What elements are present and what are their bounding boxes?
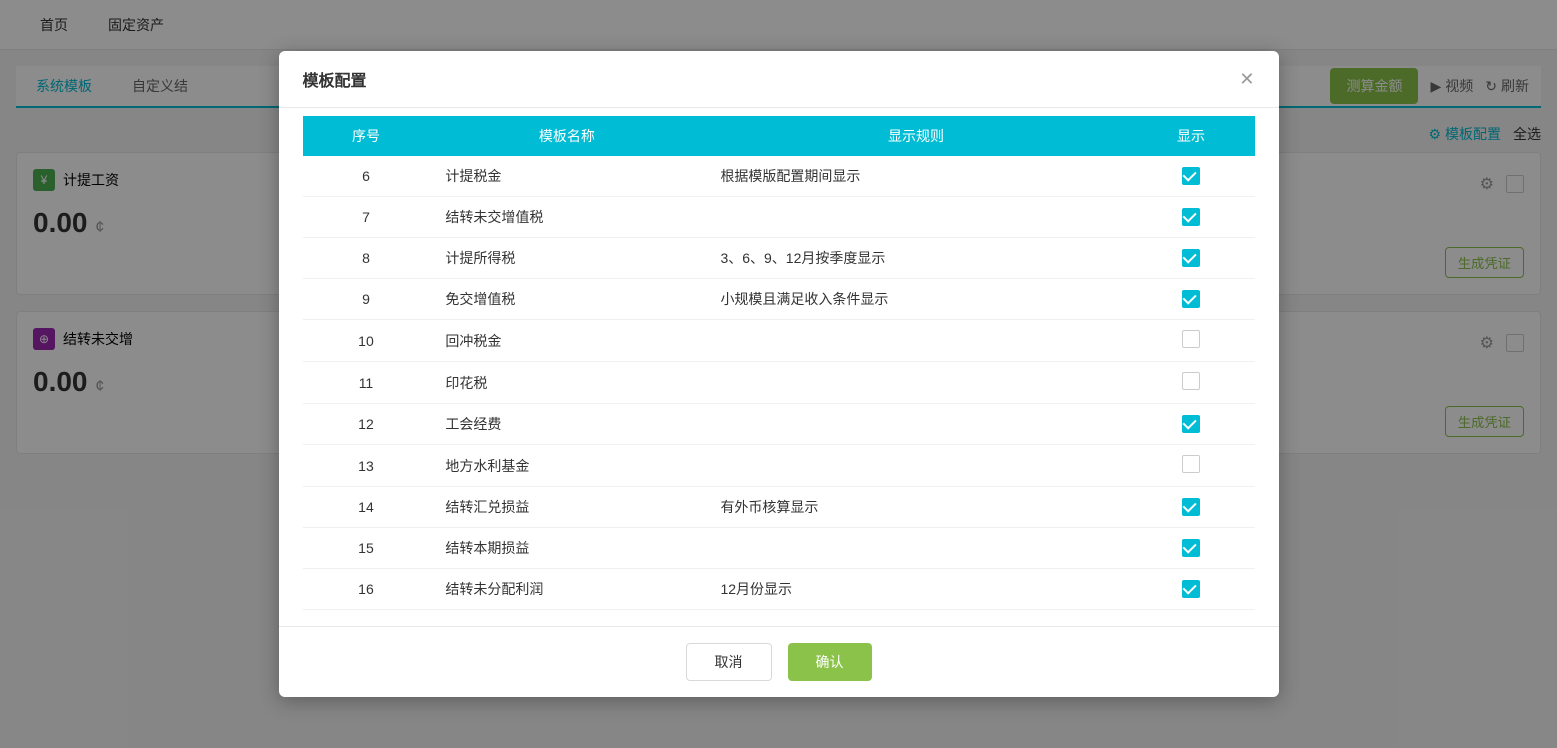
row-checkbox-6[interactable]	[1182, 415, 1200, 433]
row-id: 8	[303, 238, 430, 279]
row-id: 11	[303, 362, 430, 404]
row-rule	[704, 320, 1127, 362]
row-name: 计提税金	[429, 156, 704, 197]
row-name: 结转未分配利润	[429, 569, 704, 610]
row-checkbox-0[interactable]	[1182, 167, 1200, 185]
row-checkbox-3[interactable]	[1182, 290, 1200, 308]
table-row: 6计提税金根据模版配置期间显示	[303, 156, 1255, 197]
row-name: 结转未交增值税	[429, 197, 704, 238]
row-name: 印花税	[429, 362, 704, 404]
table-row: 15结转本期损益	[303, 528, 1255, 569]
row-name: 计提所得税	[429, 238, 704, 279]
modal-title: 模板配置	[303, 67, 367, 91]
row-rule: 3、6、9、12月按季度显示	[704, 238, 1127, 279]
row-id: 10	[303, 320, 430, 362]
row-id: 15	[303, 528, 430, 569]
table-header-row: 序号 模板名称 显示规则 显示	[303, 116, 1255, 156]
row-rule: 根据模版配置期间显示	[704, 156, 1127, 197]
row-checkbox-cell	[1128, 569, 1255, 610]
row-checkbox-cell	[1128, 279, 1255, 320]
modal-body: 序号 模板名称 显示规则 显示 6计提税金根据模版配置期间显示7结转未交增值税8…	[279, 108, 1279, 626]
cancel-button[interactable]: 取消	[686, 643, 772, 681]
modal-header: 模板配置 ✕	[279, 51, 1279, 108]
row-checkbox-cell	[1128, 404, 1255, 445]
row-rule	[704, 445, 1127, 487]
col-header-name: 模板名称	[429, 116, 704, 156]
config-table: 序号 模板名称 显示规则 显示 6计提税金根据模版配置期间显示7结转未交增值税8…	[303, 116, 1255, 610]
row-rule	[704, 362, 1127, 404]
table-row: 8计提所得税3、6、9、12月按季度显示	[303, 238, 1255, 279]
table-row: 10回冲税金	[303, 320, 1255, 362]
row-name: 地方水利基金	[429, 445, 704, 487]
row-rule	[704, 528, 1127, 569]
row-checkbox-4[interactable]	[1182, 330, 1200, 348]
modal-footer: 取消 确认	[279, 626, 1279, 697]
row-rule: 小规模且满足收入条件显示	[704, 279, 1127, 320]
table-row: 14结转汇兑损益有外币核算显示	[303, 487, 1255, 528]
row-rule: 有外币核算显示	[704, 487, 1127, 528]
row-id: 14	[303, 487, 430, 528]
table-row: 9免交增值税小规模且满足收入条件显示	[303, 279, 1255, 320]
row-checkbox-cell	[1128, 238, 1255, 279]
col-header-show: 显示	[1128, 116, 1255, 156]
row-id: 9	[303, 279, 430, 320]
confirm-button[interactable]: 确认	[788, 643, 872, 681]
row-checkbox-cell	[1128, 487, 1255, 528]
row-name: 工会经费	[429, 404, 704, 445]
row-checkbox-cell	[1128, 320, 1255, 362]
row-id: 13	[303, 445, 430, 487]
row-name: 结转本期损益	[429, 528, 704, 569]
table-row: 16结转未分配利润12月份显示	[303, 569, 1255, 610]
row-checkbox-8[interactable]	[1182, 498, 1200, 516]
template-config-modal: 模板配置 ✕ 序号 模板名称 显示规则 显示 6计提税金根据模版配置期间显示7结…	[279, 51, 1279, 697]
row-rule	[704, 404, 1127, 445]
col-header-rule: 显示规则	[704, 116, 1127, 156]
row-checkbox-cell	[1128, 528, 1255, 569]
col-header-id: 序号	[303, 116, 430, 156]
modal-close-button[interactable]: ✕	[1239, 70, 1254, 88]
table-row: 12工会经费	[303, 404, 1255, 445]
row-name: 免交增值税	[429, 279, 704, 320]
row-checkbox-cell	[1128, 197, 1255, 238]
row-id: 16	[303, 569, 430, 610]
table-row: 11印花税	[303, 362, 1255, 404]
row-id: 12	[303, 404, 430, 445]
row-id: 6	[303, 156, 430, 197]
row-id: 7	[303, 197, 430, 238]
row-checkbox-9[interactable]	[1182, 539, 1200, 557]
row-rule: 12月份显示	[704, 569, 1127, 610]
row-checkbox-5[interactable]	[1182, 372, 1200, 390]
table-row: 7结转未交增值税	[303, 197, 1255, 238]
table-row: 13地方水利基金	[303, 445, 1255, 487]
row-name: 结转汇兑损益	[429, 487, 704, 528]
row-checkbox-cell	[1128, 362, 1255, 404]
row-checkbox-2[interactable]	[1182, 249, 1200, 267]
row-checkbox-7[interactable]	[1182, 455, 1200, 473]
row-checkbox-cell	[1128, 445, 1255, 487]
row-rule	[704, 197, 1127, 238]
row-name: 回冲税金	[429, 320, 704, 362]
row-checkbox-1[interactable]	[1182, 208, 1200, 226]
row-checkbox-10[interactable]	[1182, 580, 1200, 598]
row-checkbox-cell	[1128, 156, 1255, 197]
